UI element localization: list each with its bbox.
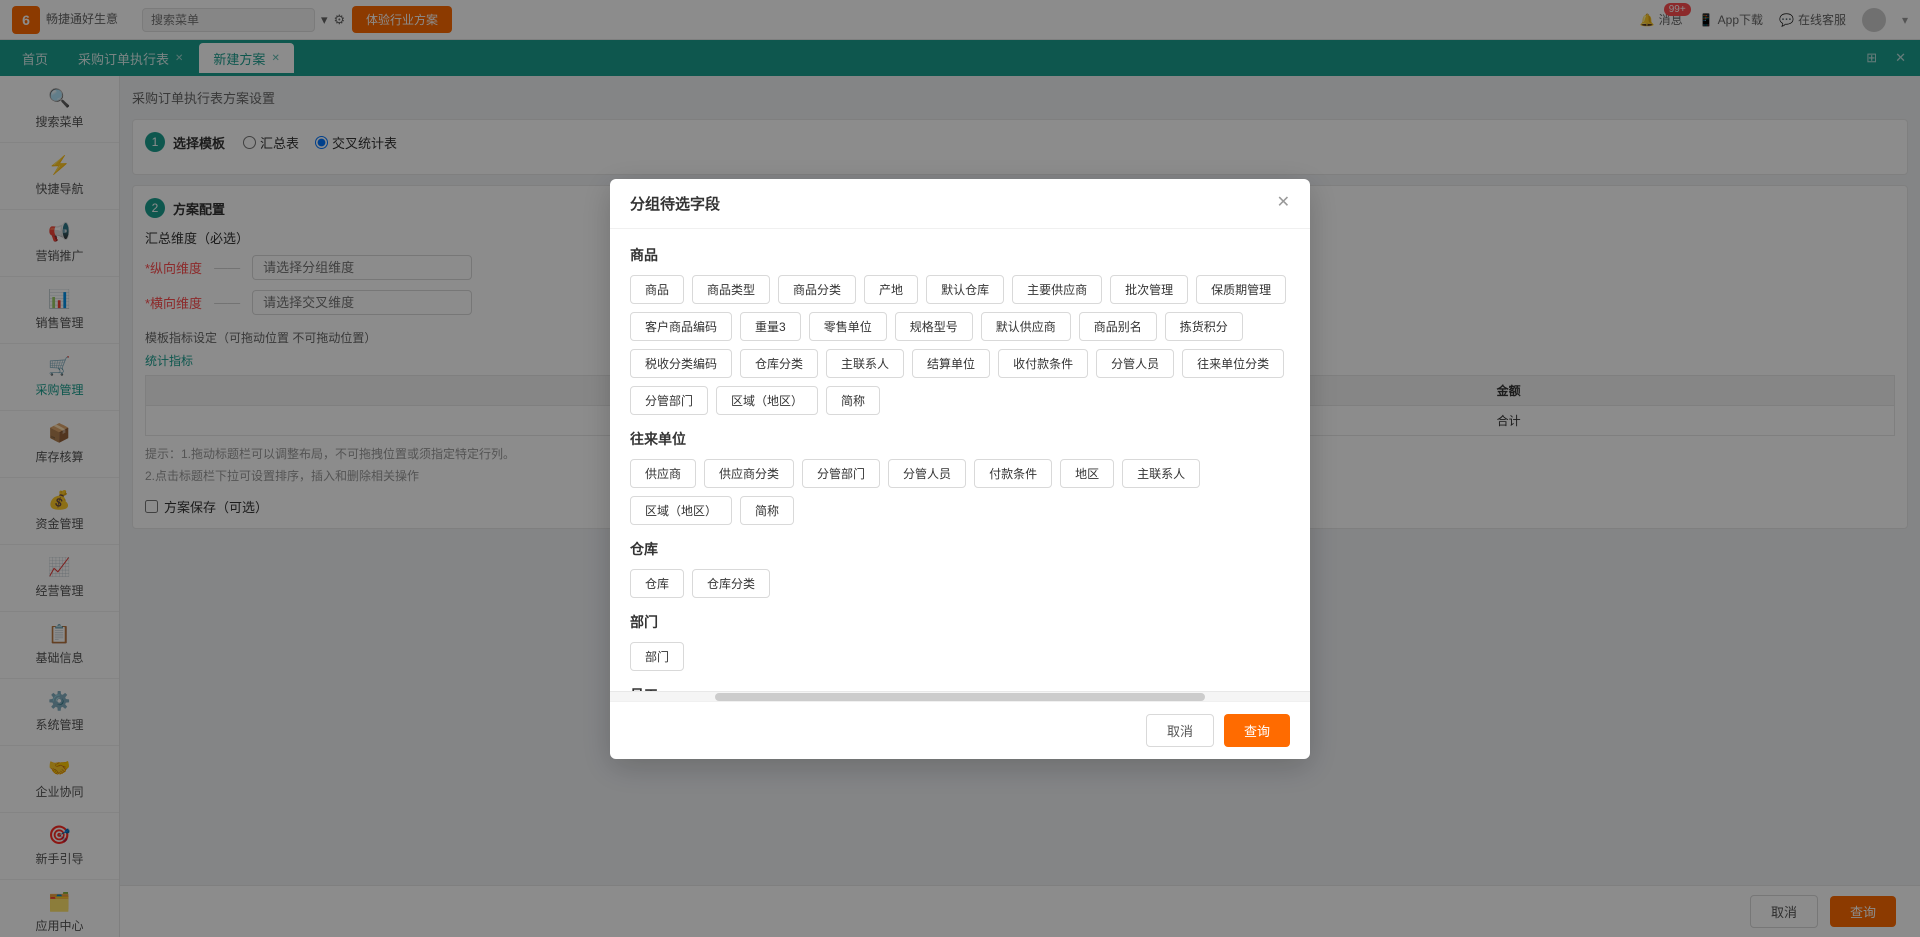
field-chip-0-12[interactable]: 默认供应商 (981, 312, 1071, 341)
field-chip-0-9[interactable]: 重量3 (740, 312, 801, 341)
field-chip-0-10[interactable]: 零售单位 (809, 312, 887, 341)
field-chips-2: 仓库仓库分类 (630, 569, 1290, 598)
field-chip-0-8[interactable]: 客户商品编码 (630, 312, 732, 341)
field-group-title-2: 仓库 (630, 539, 1290, 559)
field-chip-0-18[interactable]: 结算单位 (912, 349, 990, 378)
field-chip-1-2[interactable]: 分管部门 (802, 459, 880, 488)
field-chip-0-13[interactable]: 商品别名 (1079, 312, 1157, 341)
field-chips-0: 商品商品类型商品分类产地默认仓库主要供应商批次管理保质期管理客户商品编码重量3 零… (630, 275, 1290, 415)
modal-confirm-button[interactable]: 查询 (1224, 714, 1290, 747)
field-chip-0-5[interactable]: 主要供应商 (1012, 275, 1102, 304)
modal-footer: 取消 查询 (610, 701, 1310, 759)
field-chips-3: 部门 (630, 642, 1290, 671)
modal-close-icon[interactable]: ✕ (1277, 195, 1290, 211)
field-chip-1-7[interactable]: 区域（地区） (630, 496, 732, 525)
field-chip-0-0[interactable]: 商品 (630, 275, 684, 304)
field-chip-1-0[interactable]: 供应商 (630, 459, 696, 488)
modal-hscroll-thumb (715, 693, 1205, 701)
field-chip-0-19[interactable]: 收付款条件 (998, 349, 1088, 378)
field-chip-2-0[interactable]: 仓库 (630, 569, 684, 598)
modal-header: 分组待选字段 ✕ (610, 179, 1310, 229)
field-chip-1-5[interactable]: 地区 (1060, 459, 1114, 488)
field-chip-0-20[interactable]: 分管人员 (1096, 349, 1174, 378)
field-chip-0-2[interactable]: 商品分类 (778, 275, 856, 304)
field-group-title-3: 部门 (630, 612, 1290, 632)
field-chip-0-16[interactable]: 仓库分类 (740, 349, 818, 378)
field-chip-1-6[interactable]: 主联系人 (1122, 459, 1200, 488)
modal-body: 商品商品商品类型商品分类产地默认仓库主要供应商批次管理保质期管理客户商品编码重量… (610, 229, 1310, 691)
field-chip-0-6[interactable]: 批次管理 (1110, 275, 1188, 304)
field-chip-0-15[interactable]: 税收分类编码 (630, 349, 732, 378)
field-chip-0-4[interactable]: 默认仓库 (926, 275, 1004, 304)
field-chip-0-23[interactable]: 区域（地区） (716, 386, 818, 415)
field-group-title-1: 往来单位 (630, 429, 1290, 449)
field-chip-0-21[interactable]: 往来单位分类 (1182, 349, 1284, 378)
modal-overlay: 分组待选字段 ✕ 商品商品商品类型商品分类产地默认仓库主要供应商批次管理保质期管… (0, 0, 1920, 937)
modal-cancel-button[interactable]: 取消 (1146, 714, 1214, 747)
modal-dialog: 分组待选字段 ✕ 商品商品商品类型商品分类产地默认仓库主要供应商批次管理保质期管… (610, 179, 1310, 759)
field-chip-1-1[interactable]: 供应商分类 (704, 459, 794, 488)
field-chip-0-11[interactable]: 规格型号 (895, 312, 973, 341)
field-group-title-0: 商品 (630, 245, 1290, 265)
field-chip-0-7[interactable]: 保质期管理 (1196, 275, 1286, 304)
modal-hscroll (610, 691, 1310, 701)
field-chip-0-22[interactable]: 分管部门 (630, 386, 708, 415)
field-chip-0-3[interactable]: 产地 (864, 275, 918, 304)
modal-title: 分组待选字段 (630, 193, 720, 214)
field-chip-1-4[interactable]: 付款条件 (974, 459, 1052, 488)
field-chip-1-3[interactable]: 分管人员 (888, 459, 966, 488)
field-chip-0-14[interactable]: 拣货积分 (1165, 312, 1243, 341)
field-chip-0-1[interactable]: 商品类型 (692, 275, 770, 304)
field-chip-0-24[interactable]: 简称 (826, 386, 880, 415)
field-chip-1-8[interactable]: 简称 (740, 496, 794, 525)
field-chip-0-17[interactable]: 主联系人 (826, 349, 904, 378)
field-chip-2-1[interactable]: 仓库分类 (692, 569, 770, 598)
field-chip-3-0[interactable]: 部门 (630, 642, 684, 671)
field-chips-1: 供应商供应商分类分管部门分管人员付款条件地区主联系人区域（地区） 简称 (630, 459, 1290, 525)
